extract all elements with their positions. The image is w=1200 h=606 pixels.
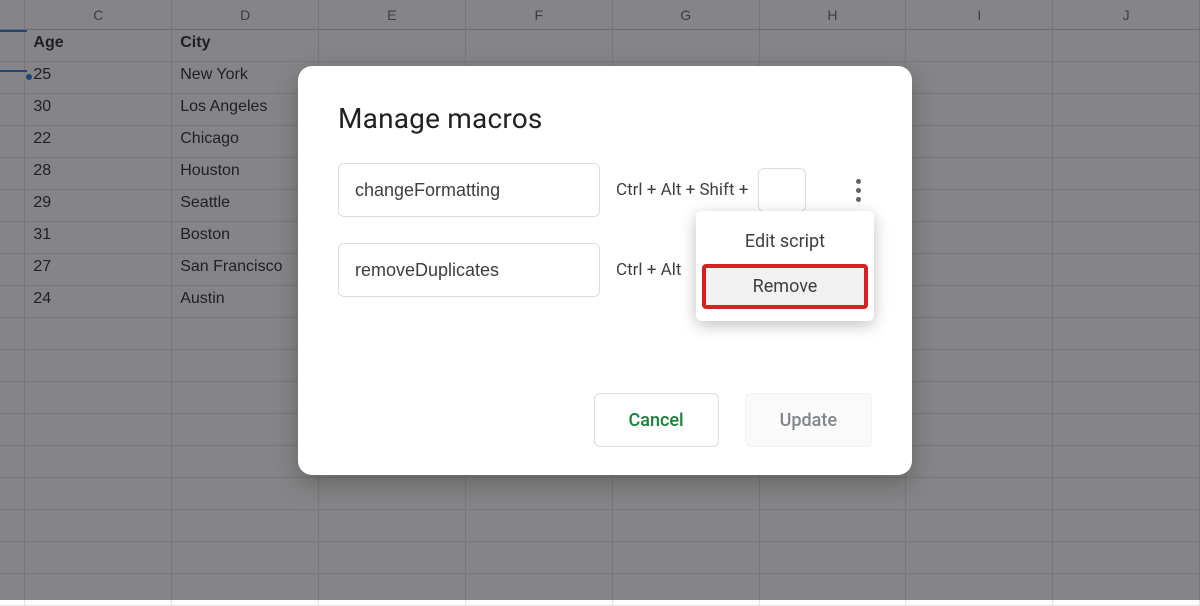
dialog-footer: Cancel Update [338, 393, 872, 447]
macro-name-input[interactable] [338, 163, 600, 217]
shortcut-label: Ctrl + Alt + Shift + [616, 180, 748, 200]
menu-item-remove[interactable]: Remove [702, 264, 868, 309]
manage-macros-dialog: Manage macros Ctrl + Alt + Shift + Edit … [298, 66, 912, 475]
shortcut-key-input[interactable] [758, 168, 806, 212]
macro-context-menu: Edit script Remove [696, 211, 874, 321]
dialog-title: Manage macros [338, 102, 872, 135]
cancel-button[interactable]: Cancel [594, 393, 719, 447]
macro-name-input[interactable] [338, 243, 600, 297]
update-button[interactable]: Update [745, 393, 872, 447]
macro-more-button[interactable] [844, 172, 872, 208]
shortcut-label: Ctrl + Alt [616, 260, 681, 280]
more-vert-icon [856, 179, 861, 202]
menu-item-edit-script[interactable]: Edit script [696, 221, 874, 262]
macro-row: Ctrl + Alt + Shift + Edit script Remove [338, 163, 872, 217]
